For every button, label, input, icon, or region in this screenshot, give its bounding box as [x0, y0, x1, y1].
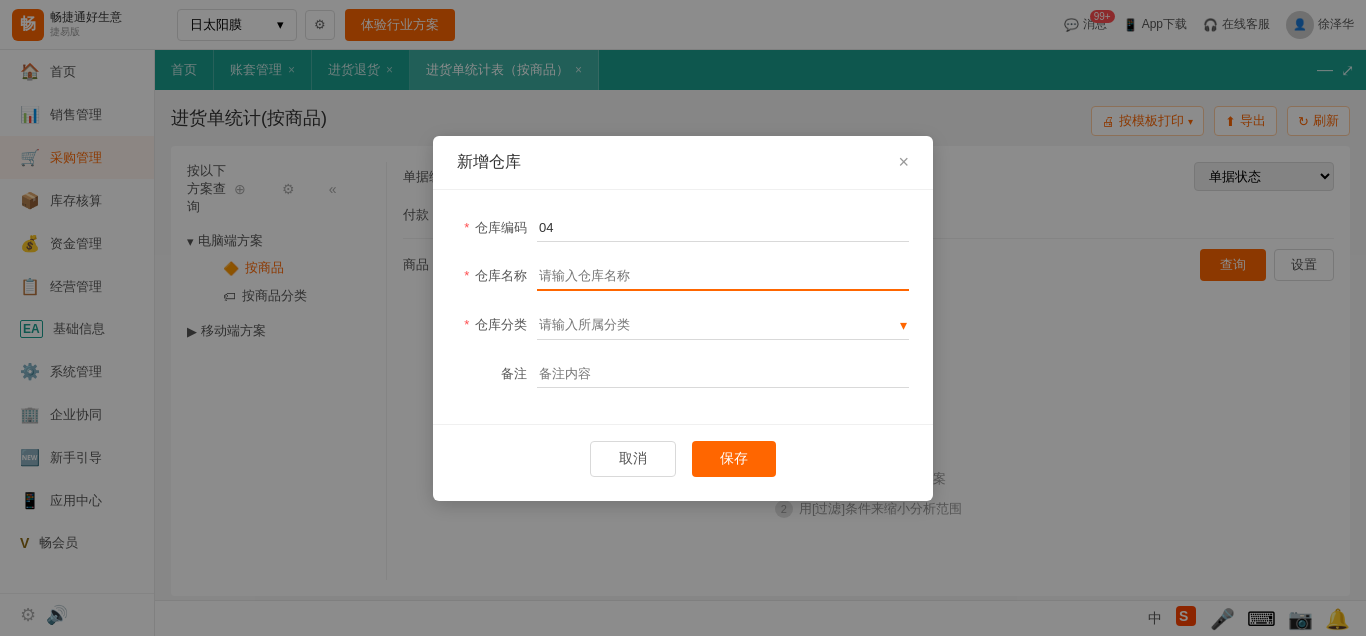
required-star-code: *: [464, 220, 469, 235]
remark-input[interactable]: [537, 360, 909, 388]
modal-overlay: 新增仓库 × * 仓库编码 * 仓库名称: [0, 0, 1366, 636]
form-row-category: * 仓库分类 ▾: [457, 311, 909, 340]
form-row-remark: 备注: [457, 360, 909, 388]
modal-close-btn[interactable]: ×: [898, 152, 909, 173]
remark-label: 备注: [457, 365, 537, 383]
form-row-name: * 仓库名称: [457, 262, 909, 291]
new-warehouse-modal: 新增仓库 × * 仓库编码 * 仓库名称: [433, 136, 933, 501]
save-button[interactable]: 保存: [692, 441, 776, 477]
category-select-input[interactable]: [539, 317, 900, 332]
category-label: * 仓库分类: [457, 316, 537, 334]
name-label: * 仓库名称: [457, 267, 537, 285]
modal-footer: 取消 保存: [433, 424, 933, 501]
cancel-button[interactable]: 取消: [590, 441, 676, 477]
code-label: * 仓库编码: [457, 219, 537, 237]
required-star-category: *: [464, 317, 469, 332]
form-row-code: * 仓库编码: [457, 214, 909, 242]
warehouse-name-input[interactable]: [537, 262, 909, 291]
modal-body: * 仓库编码 * 仓库名称 * 仓库分类: [433, 190, 933, 424]
required-star-name: *: [464, 268, 469, 283]
category-select-wrap[interactable]: ▾: [537, 311, 909, 340]
category-dropdown-icon: ▾: [900, 317, 907, 333]
modal-title: 新增仓库: [457, 152, 521, 173]
warehouse-code-input[interactable]: [537, 214, 909, 242]
modal-header: 新增仓库 ×: [433, 136, 933, 190]
